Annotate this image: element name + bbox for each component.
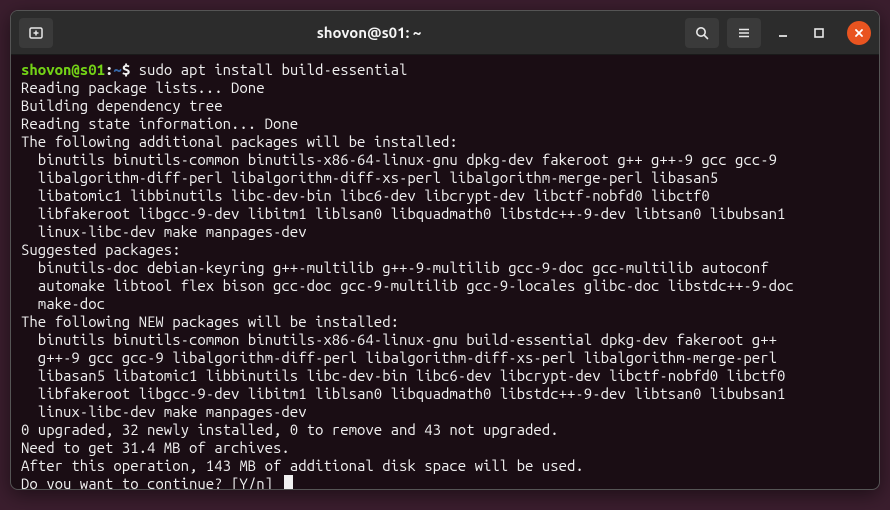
output-line: Reading package lists... Done [21, 79, 265, 96]
output-line: binutils-doc debian-keyring g++-multilib… [21, 259, 869, 277]
titlebar-left [19, 18, 53, 48]
menu-button[interactable] [727, 18, 761, 48]
output-line: binutils binutils-common binutils-x86-64… [21, 331, 869, 349]
terminal-body[interactable]: shovon@s01:~$ sudo apt install build-ess… [11, 55, 879, 490]
maximize-icon [812, 26, 826, 40]
terminal-window: shovon@s01: ~ [10, 10, 880, 490]
output-line: libalgorithm-diff-perl libalgorithm-diff… [21, 169, 869, 187]
titlebar: shovon@s01: ~ [11, 11, 879, 55]
cursor [284, 475, 293, 490]
output-line: linux-libc-dev make manpages-dev [21, 223, 869, 241]
command-text: sudo apt install build-essential [139, 61, 408, 78]
output-line: 0 upgraded, 32 newly installed, 0 to rem… [21, 421, 559, 438]
output-line: Building dependency tree [21, 97, 223, 114]
output-line: linux-libc-dev make manpages-dev [21, 403, 869, 421]
minimize-icon [776, 26, 790, 40]
output-line: The following additional packages will b… [21, 133, 458, 150]
output-line: libasan5 libatomic1 libbinutils libc-dev… [21, 367, 869, 385]
output-line: g++-9 gcc gcc-9 libalgorithm-diff-perl l… [21, 349, 869, 367]
minimize-button[interactable] [769, 18, 797, 48]
new-tab-icon [28, 25, 44, 41]
output-line: libfakeroot libgcc-9-dev libitm1 liblsan… [21, 385, 869, 403]
output-line: Suggested packages: [21, 241, 181, 258]
output-line: Need to get 31.4 MB of archives. [21, 439, 290, 456]
output-line: libatomic1 libbinutils libc-dev-bin libc… [21, 187, 869, 205]
output-line: automake libtool flex bison gcc-doc gcc-… [21, 277, 869, 295]
output-line: The following NEW packages will be insta… [21, 313, 399, 330]
search-icon [694, 25, 710, 41]
hamburger-icon [736, 25, 752, 41]
prompt-user-host: shovon@s01 [21, 61, 105, 78]
output-line: Reading state information... Done [21, 115, 298, 132]
prompt-dollar: $ [122, 61, 130, 78]
maximize-button[interactable] [805, 18, 833, 48]
prompt-path: ~ [113, 61, 121, 78]
prompt-continue: Do you want to continue? [Y/n] [21, 475, 281, 490]
search-button[interactable] [685, 18, 719, 48]
output-line: After this operation, 143 MB of addition… [21, 457, 584, 474]
window-title: shovon@s01: ~ [53, 24, 685, 41]
new-tab-button[interactable] [19, 18, 53, 48]
close-button[interactable] [847, 21, 871, 45]
close-icon [853, 27, 865, 39]
output-line: binutils binutils-common binutils-x86-64… [21, 151, 869, 169]
output-line: libfakeroot libgcc-9-dev libitm1 liblsan… [21, 205, 869, 223]
titlebar-right [685, 18, 871, 48]
output-line: make-doc [21, 295, 869, 313]
